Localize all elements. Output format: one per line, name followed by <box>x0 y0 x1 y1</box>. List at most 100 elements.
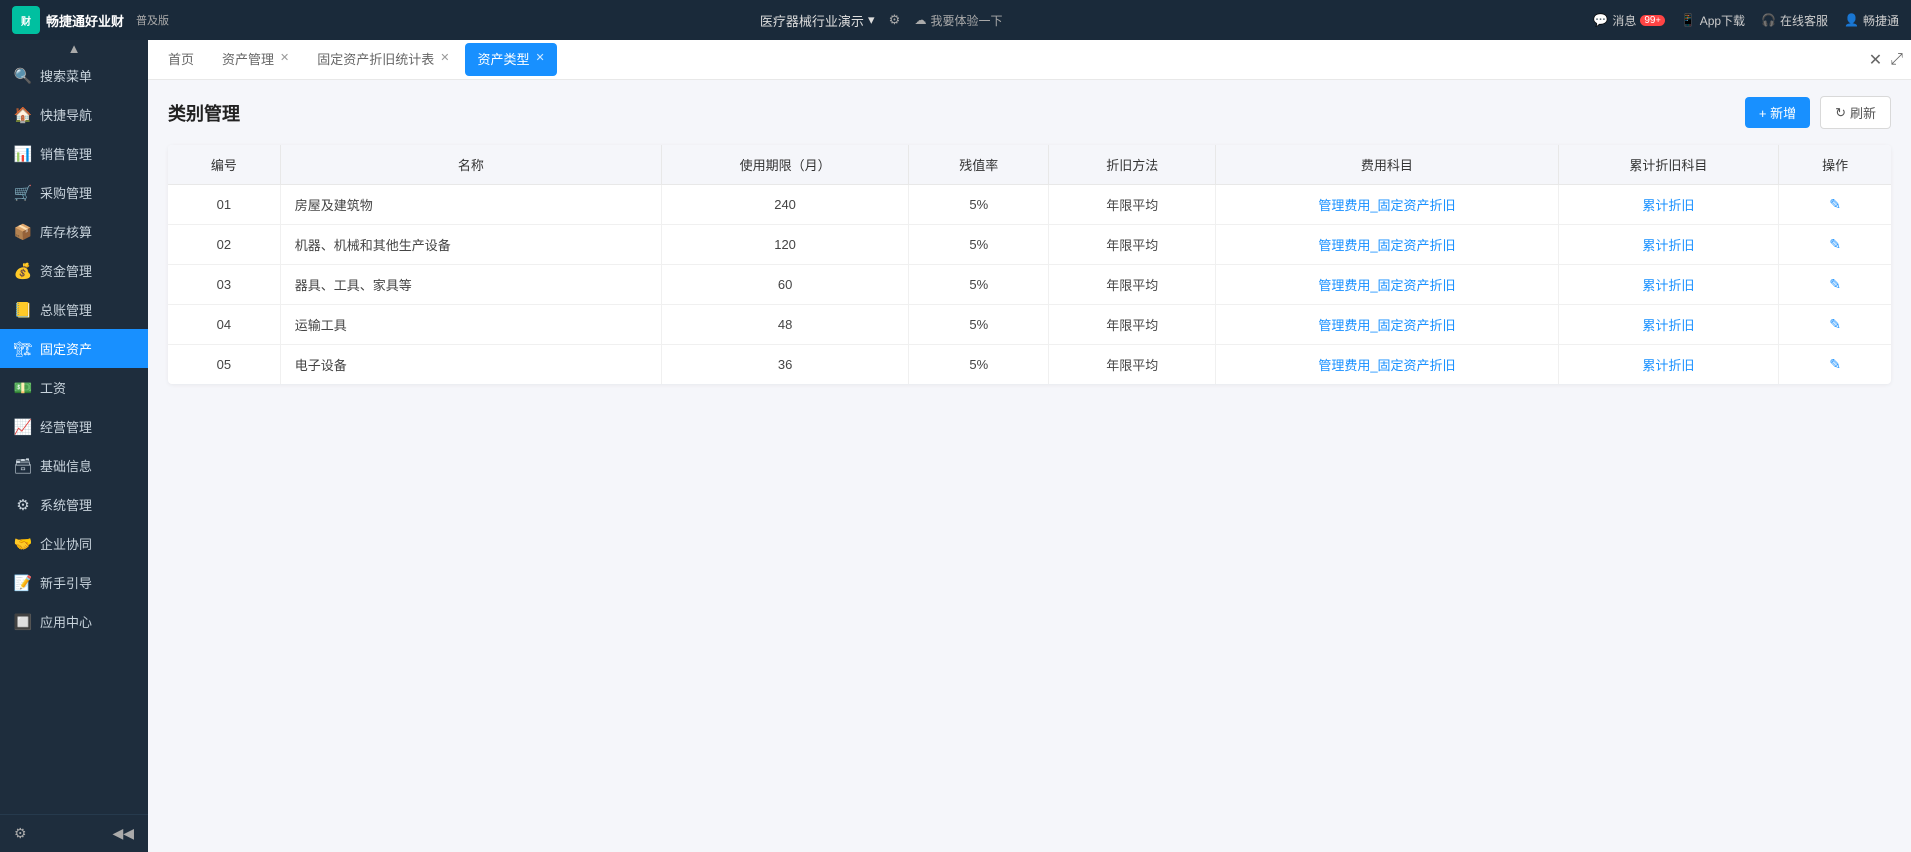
content-area: 首页资产管理✕固定资产折旧统计表✕资产类型✕ ✕ ⤢ 类别管理 + 新增 ↻ 刷… <box>148 40 1911 852</box>
tab-close-depreciation-table[interactable]: ✕ <box>440 53 449 64</box>
sidebar-icon-cooperation: 🤝 <box>14 535 32 553</box>
table-cell: 05 <box>168 345 280 385</box>
table-cell: 累计折旧 <box>1558 225 1778 265</box>
col-header: 操作 <box>1779 145 1891 185</box>
refresh-btn[interactable]: ↻ 刷新 <box>1820 96 1891 129</box>
tab-expand-btn[interactable]: ⤢ <box>1890 51 1903 69</box>
table-cell: 5% <box>909 225 1049 265</box>
edit-action[interactable]: ✎ <box>1779 305 1891 345</box>
refresh-icon: ↻ <box>1835 105 1846 121</box>
sidebar-item-capital[interactable]: 💰 资金管理 <box>0 251 148 290</box>
col-header: 使用期限（月） <box>661 145 908 185</box>
edit-action[interactable]: ✎ <box>1779 265 1891 305</box>
sidebar-item-fixed-assets[interactable]: 🏗 固定资产 <box>0 329 148 368</box>
tab-bar: 首页资产管理✕固定资产折旧统计表✕资产类型✕ ✕ ⤢ <box>148 40 1911 80</box>
tab-close-window-btn[interactable]: ✕ <box>1869 50 1882 70</box>
edit-action[interactable]: ✎ <box>1779 225 1891 265</box>
sidebar: ▲ 🔍 搜索菜单 🏠 快捷导航 📊 销售管理 🛒 采购管理 📦 库存核算 💰 资… <box>0 40 148 852</box>
edit-icon[interactable]: ✎ <box>1829 276 1841 292</box>
sidebar-icon-ledger: 📒 <box>14 301 32 319</box>
table-cell: 房屋及建筑物 <box>280 185 661 225</box>
user-avatar-icon: 👤 <box>1844 13 1859 27</box>
sidebar-icon-fixed-assets: 🏗 <box>14 340 32 358</box>
table-row: 05电子设备365%年限平均管理费用_固定资产折旧累计折旧✎ <box>168 345 1891 385</box>
edit-icon[interactable]: ✎ <box>1829 196 1841 212</box>
page-content: 类别管理 + 新增 ↻ 刷新 编号名称使用期限（月）残值率折旧方法费用科目累计折… <box>148 80 1911 852</box>
col-header: 累计折旧科目 <box>1558 145 1778 185</box>
edit-icon[interactable]: ✎ <box>1829 356 1841 372</box>
messages-btn[interactable]: 💬 消息 99+ <box>1593 12 1664 29</box>
tab-asset-type[interactable]: 资产类型✕ <box>465 43 556 76</box>
table-cell: 管理费用_固定资产折旧 <box>1216 185 1558 225</box>
user-label: 畅捷通 <box>1863 12 1899 29</box>
edit-action[interactable]: ✎ <box>1779 345 1891 385</box>
sidebar-item-salary[interactable]: 💵 工资 <box>0 368 148 407</box>
table-cell: 管理费用_固定资产折旧 <box>1216 225 1558 265</box>
table-cell: 240 <box>661 185 908 225</box>
edit-icon[interactable]: ✎ <box>1829 236 1841 252</box>
collapse-footer-icon[interactable]: ◀◀ <box>112 825 134 842</box>
sidebar-label-operations: 经营管理 <box>40 417 92 436</box>
tab-label-depreciation-table: 固定资产折旧统计表 <box>317 49 434 68</box>
app-download-label: App下载 <box>1700 12 1745 29</box>
tab-close-asset-type[interactable]: ✕ <box>536 53 545 64</box>
top-bar-left: 财 畅捷通好业财 普及版 <box>12 6 169 34</box>
sidebar-footer: ⚙ ◀◀ <box>0 814 148 852</box>
top-bar: 财 畅捷通好业财 普及版 医疗器械行业演示 ▾ ⚙ ☁ 我要体验一下 💬 消息 … <box>0 0 1911 40</box>
sidebar-icon-purchase: 🛒 <box>14 184 32 202</box>
refresh-label: 刷新 <box>1850 103 1876 122</box>
tab-home[interactable]: 首页 <box>156 43 206 76</box>
experience-btn-label: 我要体验一下 <box>930 12 1002 29</box>
sidebar-item-cooperation[interactable]: 🤝 企业协同 <box>0 524 148 563</box>
sidebar-scroll-up[interactable]: ▲ <box>0 40 148 56</box>
col-header: 残值率 <box>909 145 1049 185</box>
sidebar-item-operations[interactable]: 📈 经营管理 <box>0 407 148 446</box>
headset-icon: 🎧 <box>1761 13 1776 27</box>
sidebar-item-sales[interactable]: 📊 销售管理 <box>0 134 148 173</box>
sidebar-icon-quick-nav: 🏠 <box>14 106 32 124</box>
sidebar-label-sales: 销售管理 <box>40 144 92 163</box>
sidebar-icon-salary: 💵 <box>14 379 32 397</box>
sidebar-item-quick-nav[interactable]: 🏠 快捷导航 <box>0 95 148 134</box>
edit-action[interactable]: ✎ <box>1779 185 1891 225</box>
sidebar-label-guide: 新手引导 <box>40 573 92 592</box>
sidebar-icon-operations: 📈 <box>14 418 32 436</box>
sidebar-item-ledger[interactable]: 📒 总账管理 <box>0 290 148 329</box>
col-header: 编号 <box>168 145 280 185</box>
sidebar-item-system[interactable]: ⚙ 系统管理 <box>0 485 148 524</box>
customer-service-btn[interactable]: 🎧 在线客服 <box>1761 12 1828 29</box>
user-btn[interactable]: 👤 畅捷通 <box>1844 12 1899 29</box>
app-download-btn[interactable]: 📱 App下载 <box>1681 12 1745 29</box>
messages-label: 消息 <box>1612 12 1636 29</box>
table-cell: 运输工具 <box>280 305 661 345</box>
company-selector[interactable]: 医疗器械行业演示 ▾ <box>760 11 875 30</box>
sidebar-label-cooperation: 企业协同 <box>40 534 92 553</box>
app-edition: 普及版 <box>136 12 169 28</box>
sidebar-label-basic-info: 基础信息 <box>40 456 92 475</box>
new-btn[interactable]: + 新增 <box>1745 97 1810 128</box>
experience-btn[interactable]: ☁ 我要体验一下 <box>914 12 1002 29</box>
sidebar-item-app-center[interactable]: 🔲 应用中心 <box>0 602 148 641</box>
sidebar-item-guide[interactable]: 📝 新手引导 <box>0 563 148 602</box>
table-cell: 5% <box>909 345 1049 385</box>
tab-depreciation-table[interactable]: 固定资产折旧统计表 ✕ <box>305 43 461 76</box>
settings-footer-icon[interactable]: ⚙ <box>14 825 27 842</box>
top-bar-right: 💬 消息 99+ 📱 App下载 🎧 在线客服 👤 畅捷通 <box>1593 12 1899 29</box>
sidebar-label-app-center: 应用中心 <box>40 612 92 631</box>
tab-asset-mgmt[interactable]: 资产管理✕ <box>210 43 301 76</box>
sidebar-icon-capital: 💰 <box>14 262 32 280</box>
tab-bar-right: ✕ ⤢ <box>1869 50 1903 70</box>
sidebar-item-purchase[interactable]: 🛒 采购管理 <box>0 173 148 212</box>
table-cell: 年限平均 <box>1049 185 1216 225</box>
edit-icon[interactable]: ✎ <box>1829 316 1841 332</box>
page-actions: + 新增 ↻ 刷新 <box>1745 96 1891 129</box>
table-cell: 累计折旧 <box>1558 185 1778 225</box>
settings-icon-btn[interactable]: ⚙ <box>882 8 906 32</box>
main-layout: ▲ 🔍 搜索菜单 🏠 快捷导航 📊 销售管理 🛒 采购管理 📦 库存核算 💰 资… <box>0 40 1911 852</box>
table-cell: 累计折旧 <box>1558 345 1778 385</box>
sidebar-item-inventory[interactable]: 📦 库存核算 <box>0 212 148 251</box>
sidebar-item-basic-info[interactable]: 🗃 基础信息 <box>0 446 148 485</box>
tab-close-asset-mgmt[interactable]: ✕ <box>280 53 289 64</box>
table-cell: 管理费用_固定资产折旧 <box>1216 305 1558 345</box>
sidebar-item-search[interactable]: 🔍 搜索菜单 <box>0 56 148 95</box>
